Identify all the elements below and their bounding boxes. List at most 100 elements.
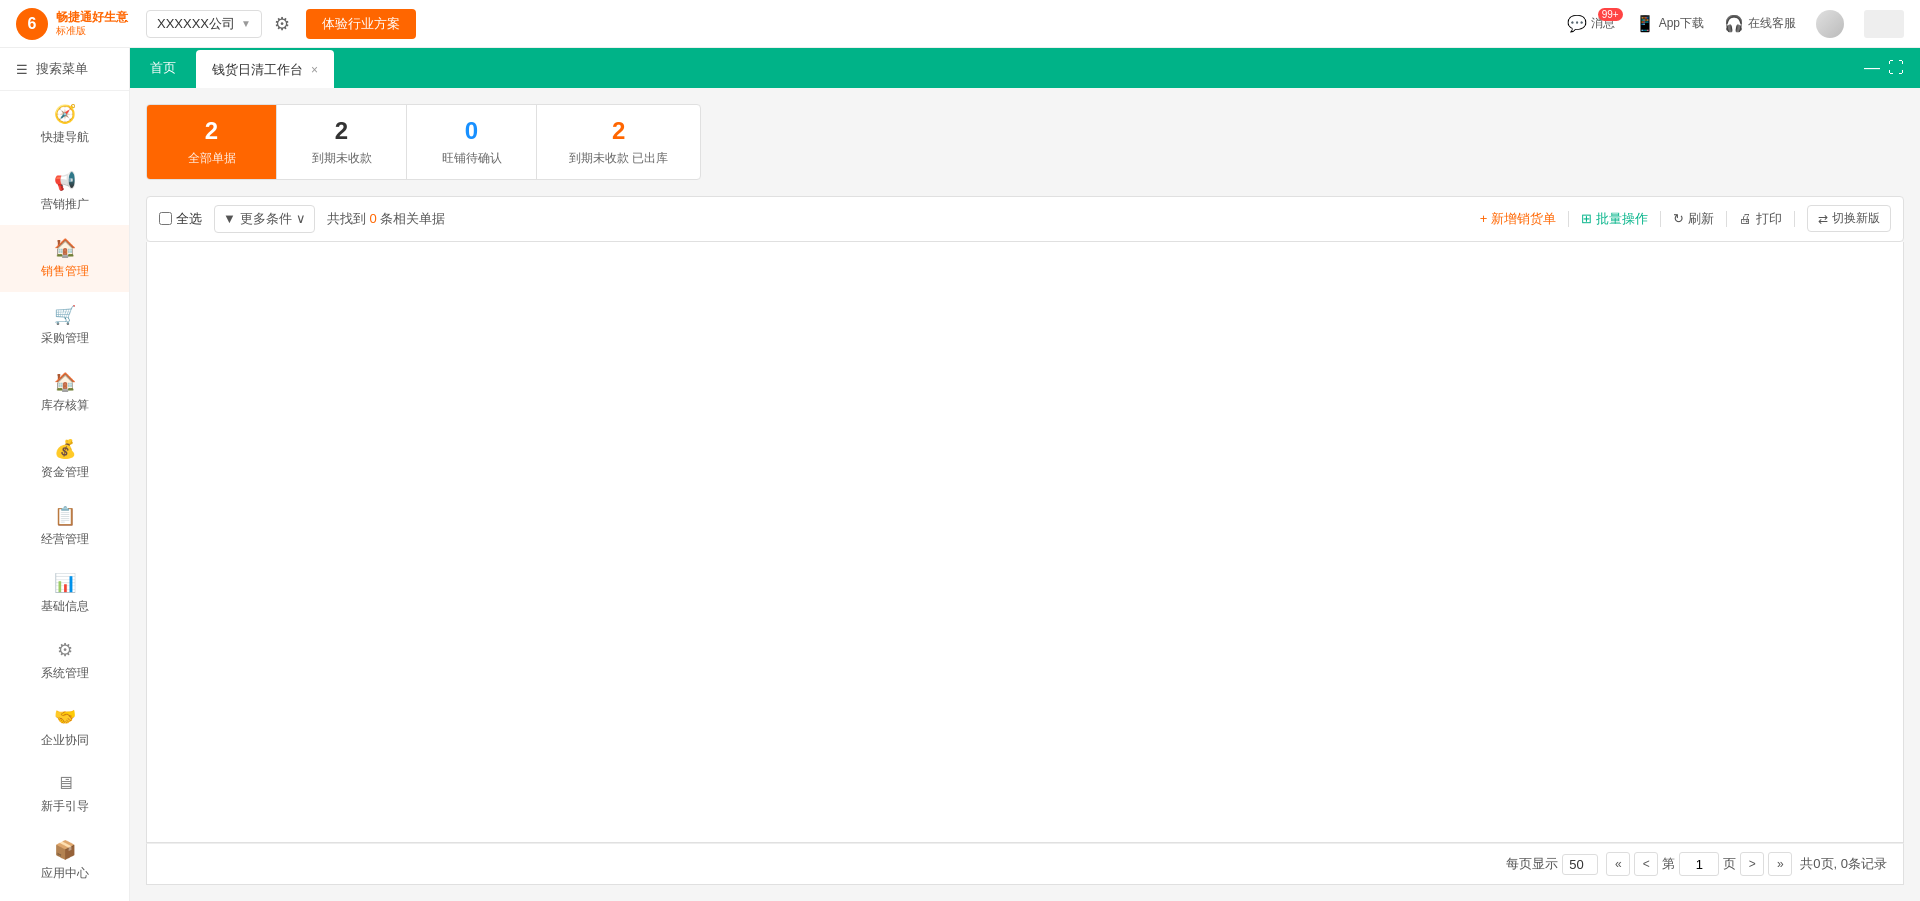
stat-card-overdue[interactable]: 2 到期未收款 bbox=[277, 105, 407, 179]
sidebar-item-enterprise[interactable]: 🤝 企业协同 bbox=[0, 694, 129, 761]
headset-icon: 🎧 bbox=[1724, 14, 1744, 33]
sidebar-item-purchase[interactable]: 🛒 采购管理 bbox=[0, 292, 129, 359]
sidebar-label-quick-nav: 快捷导航 bbox=[41, 129, 89, 146]
compass-icon: 🧭 bbox=[54, 103, 76, 125]
print-label: 打印 bbox=[1756, 210, 1782, 228]
select-all-input[interactable] bbox=[159, 212, 172, 225]
stat-card-pending[interactable]: 0 旺铺待确认 bbox=[407, 105, 537, 179]
company-selector[interactable]: XXXXXX公司 ▼ bbox=[146, 10, 262, 38]
last-page-button[interactable]: » bbox=[1768, 852, 1792, 876]
online-service-item[interactable]: 🎧 在线客服 bbox=[1724, 14, 1796, 33]
sidebar-item-sales[interactable]: 🏠 销售管理 bbox=[0, 225, 129, 292]
operation-icon: 📋 bbox=[54, 505, 76, 527]
sidebar-item-finance[interactable]: 💰 资金管理 bbox=[0, 426, 129, 493]
settings-icon[interactable]: ⚙ bbox=[274, 13, 290, 35]
stat-number-overdue-shipped: 2 bbox=[612, 117, 625, 146]
print-icon: 🖨 bbox=[1739, 211, 1752, 226]
filter-dropdown-icon: ∨ bbox=[296, 211, 306, 226]
logo-area: 6 畅捷通好生意 标准版 bbox=[16, 8, 146, 40]
message-badge: 99+ bbox=[1598, 8, 1623, 21]
stat-card-overdue-shipped[interactable]: 2 到期未收款 已出库 bbox=[537, 105, 700, 179]
main-content: 首页 钱货日清工作台 × — ⛶ 2 全部单据 2 到期未收款 bbox=[130, 48, 1920, 901]
sidebar-item-operation[interactable]: 📋 经营管理 bbox=[0, 493, 129, 560]
appstore-icon: 📦 bbox=[54, 839, 76, 861]
print-button[interactable]: 🖨 打印 bbox=[1739, 210, 1782, 228]
tab-active[interactable]: 钱货日清工作台 × bbox=[196, 50, 334, 90]
enterprise-icon: 🤝 bbox=[54, 706, 76, 728]
stat-label-all: 全部单据 bbox=[188, 150, 236, 167]
tab-maximize-button[interactable]: ⛶ bbox=[1888, 59, 1904, 77]
stat-label-pending: 旺铺待确认 bbox=[442, 150, 502, 167]
sidebar-item-appstore[interactable]: 📦 应用中心 bbox=[0, 827, 129, 894]
batch-label: 批量操作 bbox=[1596, 210, 1648, 228]
sidebar-item-basic[interactable]: 📊 基础信息 bbox=[0, 560, 129, 627]
tab-home-label: 首页 bbox=[150, 59, 176, 77]
sidebar-label-inventory: 库存核算 bbox=[41, 397, 89, 414]
sales-icon: 🏠 bbox=[54, 237, 76, 259]
refresh-icon: ↻ bbox=[1673, 211, 1684, 226]
page-number-input[interactable] bbox=[1679, 852, 1719, 876]
basic-icon: 📊 bbox=[54, 572, 76, 594]
next-page-button[interactable]: > bbox=[1740, 852, 1764, 876]
avatar[interactable] bbox=[1816, 10, 1844, 38]
refresh-button[interactable]: ↻ 刷新 bbox=[1673, 210, 1714, 228]
top-header: 6 畅捷通好生意 标准版 XXXXXX公司 ▼ ⚙ 体验行业方案 💬 消息 99… bbox=[0, 0, 1920, 48]
online-service-label: 在线客服 bbox=[1748, 15, 1796, 32]
switch-icon: ⇄ bbox=[1818, 212, 1828, 226]
select-all-checkbox[interactable]: 全选 bbox=[159, 210, 202, 228]
tab-bar: 首页 钱货日清工作台 × — ⛶ bbox=[130, 48, 1920, 88]
total-info: 共0页, 0条记录 bbox=[1800, 855, 1887, 873]
tab-active-label: 钱货日清工作台 bbox=[212, 61, 303, 79]
page-size-dropdown[interactable]: 50 100 200 bbox=[1562, 854, 1598, 875]
sidebar-item-inventory[interactable]: 🏠 库存核算 bbox=[0, 359, 129, 426]
tab-minimize-button[interactable]: — bbox=[1864, 59, 1880, 77]
filter-icon: ▼ bbox=[223, 211, 236, 226]
system-icon: ⚙ bbox=[57, 639, 73, 661]
content-area: 2 全部单据 2 到期未收款 0 旺铺待确认 2 到期未收款 已出库 bbox=[130, 88, 1920, 901]
first-page-button[interactable]: « bbox=[1606, 852, 1630, 876]
company-dropdown-arrow: ▼ bbox=[241, 18, 251, 29]
sidebar-label-operation: 经营管理 bbox=[41, 531, 89, 548]
logo-sub: 标准版 bbox=[56, 25, 128, 37]
sidebar-item-quick-nav[interactable]: 🧭 快捷导航 bbox=[0, 91, 129, 158]
sidebar-label-guide: 新手引导 bbox=[41, 798, 89, 815]
page-label: 第 bbox=[1662, 855, 1675, 873]
sidebar-item-system[interactable]: ⚙ 系统管理 bbox=[0, 627, 129, 694]
marketing-icon: 📢 bbox=[54, 170, 76, 192]
search-menu-item[interactable]: ☰ 搜索菜单 bbox=[0, 48, 129, 91]
select-all-label: 全选 bbox=[176, 210, 202, 228]
tab-home[interactable]: 首页 bbox=[130, 48, 196, 88]
new-sales-order-button[interactable]: + 新增销货单 bbox=[1480, 210, 1556, 228]
logo-icon: 6 bbox=[16, 8, 48, 40]
logo-title: 畅捷通好生意 bbox=[56, 10, 128, 24]
guide-icon: 🖥 bbox=[56, 773, 74, 794]
found-count: 0 bbox=[370, 211, 377, 226]
search-menu-label: 搜索菜单 bbox=[36, 60, 88, 78]
page-suffix: 页 bbox=[1723, 855, 1736, 873]
app-download-icon: 📱 bbox=[1635, 14, 1655, 33]
stat-number-all: 2 bbox=[205, 117, 218, 146]
batch-operations-button[interactable]: ⊞ 批量操作 bbox=[1581, 210, 1648, 228]
sidebar-label-marketing: 营销推广 bbox=[41, 196, 89, 213]
toolbar-right: + 新增销货单 ⊞ 批量操作 ↻ 刷新 🖨 打印 bbox=[1480, 205, 1891, 232]
sidebar-label-enterprise: 企业协同 bbox=[41, 732, 89, 749]
sidebar-label-sales: 销售管理 bbox=[41, 263, 89, 280]
sidebar-label-appstore: 应用中心 bbox=[41, 865, 89, 882]
sidebar-label-purchase: 采购管理 bbox=[41, 330, 89, 347]
tab-close-icon[interactable]: × bbox=[311, 63, 318, 77]
pagination-bar: 每页显示 50 100 200 « < 第 页 > » 共0页, 0条记 bbox=[146, 843, 1904, 885]
trial-button[interactable]: 体验行业方案 bbox=[306, 9, 416, 39]
app-download-item[interactable]: 📱 App下载 bbox=[1635, 14, 1704, 33]
sidebar-item-guide[interactable]: 🖥 新手引导 bbox=[0, 761, 129, 827]
more-filter-button[interactable]: ▼ 更多条件 ∨ bbox=[214, 205, 315, 233]
message-item[interactable]: 💬 消息 99+ bbox=[1567, 14, 1615, 33]
switch-version-button[interactable]: ⇄ 切换新版 bbox=[1807, 205, 1891, 232]
toolbar: 全选 ▼ 更多条件 ∨ 共找到 0 条相关单据 + 新增销货单 ⊞ bbox=[146, 196, 1904, 242]
prev-page-button[interactable]: < bbox=[1634, 852, 1658, 876]
logo-text: 畅捷通好生意 标准版 bbox=[56, 10, 128, 36]
table-area bbox=[146, 242, 1904, 843]
stat-card-all[interactable]: 2 全部单据 bbox=[147, 105, 277, 179]
sidebar-item-marketing[interactable]: 📢 营销推广 bbox=[0, 158, 129, 225]
page-size-label: 每页显示 bbox=[1506, 855, 1558, 873]
sidebar-item-wechat[interactable]: 💬 企业微信 bbox=[0, 894, 129, 901]
